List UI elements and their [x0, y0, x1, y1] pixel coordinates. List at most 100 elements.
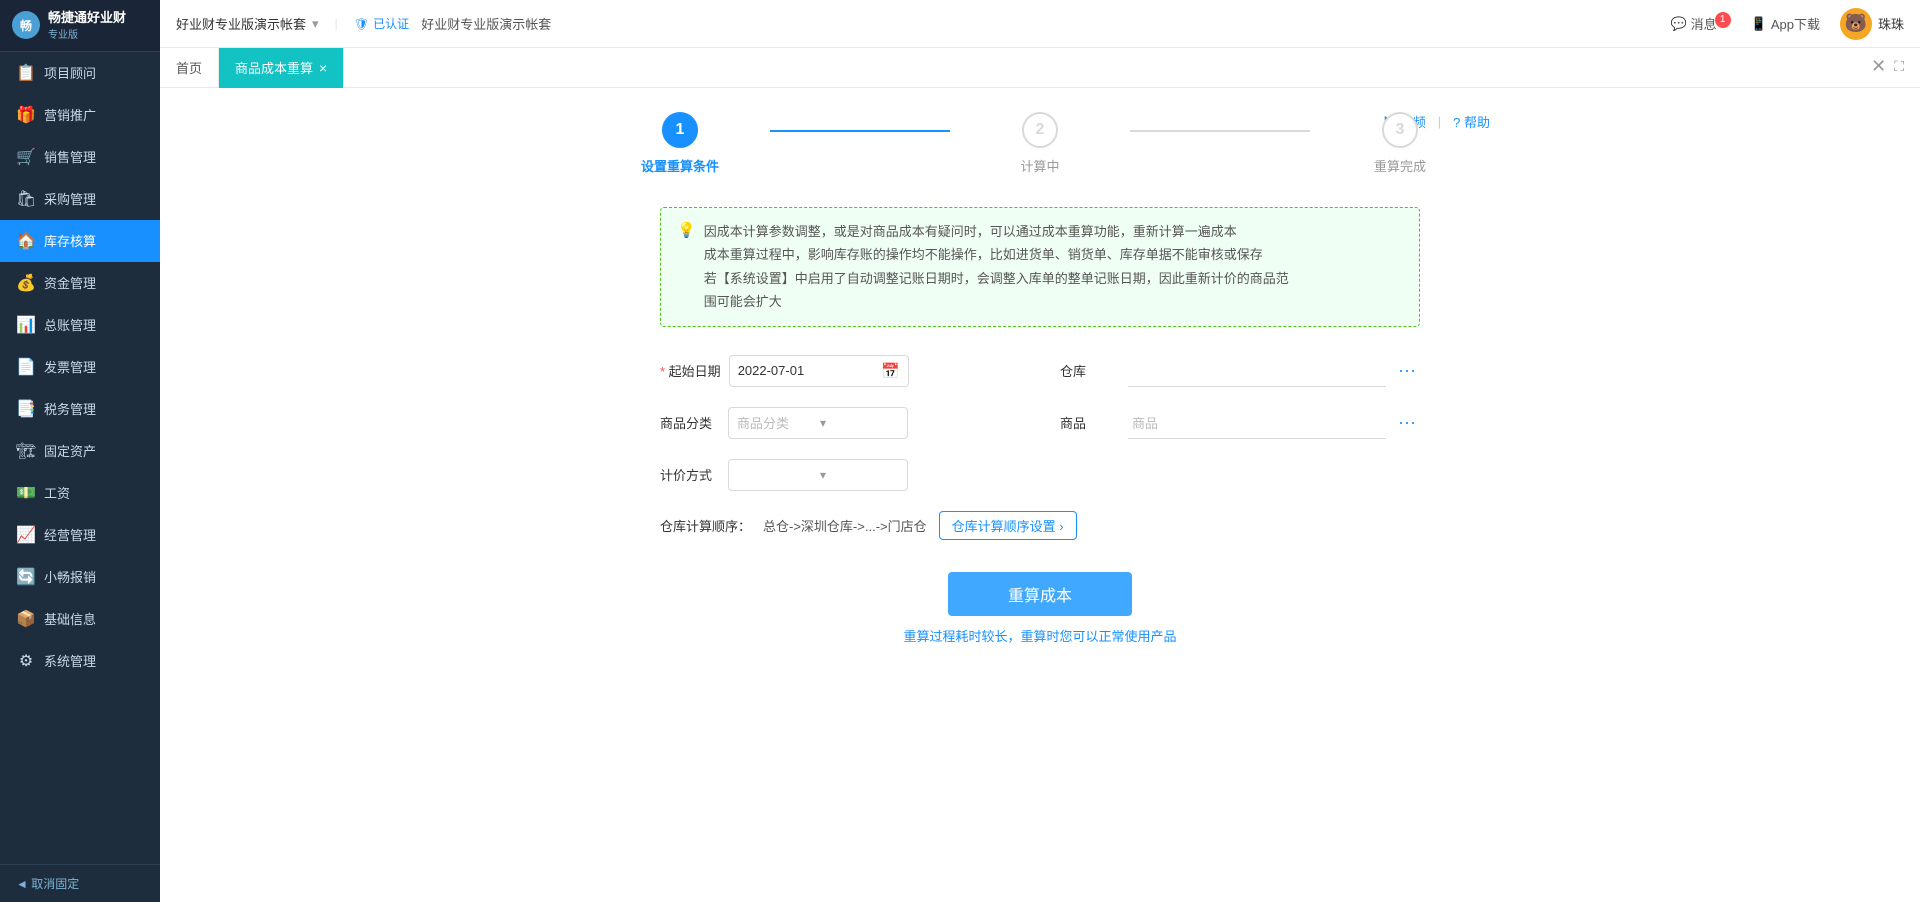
system-icon: ⚙	[16, 651, 36, 671]
goods-field: 商品 商品 ···	[1060, 407, 1420, 439]
content-area: 1 设置重算条件 2 计算中 3 重算完成	[160, 88, 1920, 902]
step-line-1	[770, 130, 950, 132]
warehouse-order-value: 总仓->深圳仓库->...->门店仓	[763, 516, 927, 535]
sidebar-item-label: 小畅报销	[44, 567, 96, 586]
warehouse-input[interactable]	[1128, 355, 1386, 387]
sidebar-item-label: 采购管理	[44, 189, 96, 208]
tax-icon: 📑	[16, 399, 36, 419]
user-profile[interactable]: 🐻 珠珠	[1840, 8, 1904, 40]
sidebar-logo: 畅 畅捷通好业财 专业版	[0, 0, 160, 52]
step2-circle: 2	[1022, 112, 1058, 148]
start-date-field: 起始日期 📅	[660, 355, 1020, 387]
steps-container: 1 设置重算条件 2 计算中 3 重算完成	[590, 112, 1490, 175]
start-date-input[interactable]: 📅	[729, 355, 909, 387]
tab-close-icon[interactable]: ×	[319, 60, 327, 76]
tab-home[interactable]: 首页	[160, 48, 219, 88]
tabs-bar: 首页 商品成本重算 × ✕ ⛶	[160, 48, 1920, 88]
messages-button[interactable]: 💬 消息 1	[1670, 14, 1730, 33]
step-line-2	[1130, 130, 1310, 132]
app-download-button[interactable]: 📱 App下载	[1751, 14, 1820, 33]
notice-text: 因成本计算参数调整，或是对商品成本有疑问时，可以通过成本重算功能，重新计算一遍成…	[704, 220, 1289, 314]
ledger-icon: 📊	[16, 315, 36, 335]
verified-badge: 🛡 已认证	[354, 15, 409, 32]
sidebar-item-invoice[interactable]: 📄 发票管理	[0, 346, 160, 388]
window-controls: ✕ ⛶	[1871, 56, 1904, 77]
step2-label: 计算中	[1020, 156, 1059, 175]
form-row-1: 起始日期 📅 仓库 ···	[660, 355, 1420, 387]
sales-icon: 🛒	[16, 147, 36, 167]
account-selector[interactable]: 好业财专业版演示帐套 ▾	[176, 14, 319, 33]
pricing-field: 计价方式 ▾	[660, 459, 1020, 491]
sidebar-item-basic[interactable]: 📦 基础信息	[0, 598, 160, 640]
sidebar-item-label: 经营管理	[44, 525, 96, 544]
sidebar-item-label: 发票管理	[44, 357, 96, 376]
question-icon: ?	[1453, 115, 1460, 130]
sidebar-item-project[interactable]: 📋 项目顾问	[0, 52, 160, 94]
sidebar-item-assets[interactable]: 🏗 固定资产	[0, 430, 160, 472]
close-window-icon[interactable]: ✕	[1871, 56, 1886, 77]
warehouse-order-settings-button[interactable]: 仓库计算顺序设置 ›	[939, 511, 1077, 540]
notice-box: 💡 因成本计算参数调整，或是对商品成本有疑问时，可以通过成本重算功能，重新计算一…	[660, 207, 1420, 327]
goods-input[interactable]: 商品	[1128, 407, 1386, 439]
step1-circle: 1	[662, 112, 698, 148]
warehouse-label: 仓库	[1060, 361, 1120, 380]
marketing-icon: 🎁	[16, 105, 36, 125]
app-name: 畅捷通好业财	[48, 10, 126, 26]
verified-text: 已认证	[373, 15, 409, 32]
avatar: 🐻	[1840, 8, 1872, 40]
sidebar-item-inventory[interactable]: 🏠 库存核算	[0, 220, 160, 262]
form-section: 起始日期 📅 仓库 ··· 商品分类 商品分类	[660, 355, 1420, 645]
goods-more-btn[interactable]: ···	[1394, 412, 1420, 433]
pricing-select[interactable]: ▾	[728, 459, 908, 491]
payroll-icon: 💵	[16, 483, 36, 503]
category-select[interactable]: 商品分类 ▾	[728, 407, 908, 439]
assets-icon: 🏗	[16, 441, 36, 461]
recalc-button[interactable]: 重算成本	[948, 572, 1132, 616]
notice-line4: 围可能会扩大	[704, 290, 1289, 313]
sidebar-item-sales[interactable]: 🛒 销售管理	[0, 136, 160, 178]
messages-label: 消息	[1691, 14, 1717, 33]
sidebar-item-label: 资金管理	[44, 273, 96, 292]
step-1: 1 设置重算条件	[590, 112, 770, 175]
category-label: 商品分类	[660, 413, 720, 432]
purchase-icon: 🛍	[16, 189, 36, 209]
sidebar-item-label: 销售管理	[44, 147, 96, 166]
sidebar-unpin[interactable]: ◄ 取消固定	[0, 864, 160, 902]
start-date-value[interactable]	[738, 363, 877, 378]
notice-line2: 成本重算过程中，影响库存账的操作均不能操作，比如进货单、销货单、库存单据不能审核…	[704, 243, 1289, 266]
app-edition: 专业版	[48, 26, 126, 41]
warehouse-field: 仓库 ···	[1060, 355, 1420, 387]
warehouse-more-btn[interactable]: ···	[1394, 360, 1420, 381]
sidebar-nav: 📋 项目顾问 🎁 营销推广 🛒 销售管理 🛍 采购管理 🏠 库存核算 💰 资金管…	[0, 52, 160, 864]
sidebar-item-marketing[interactable]: 🎁 营销推广	[0, 94, 160, 136]
start-date-label: 起始日期	[660, 361, 721, 380]
sidebar-item-expense[interactable]: 🔄 小畅报销	[0, 556, 160, 598]
recalc-section: 重算成本 重算过程耗时较长，重算时您可以正常使用产品	[660, 572, 1420, 645]
sidebar-item-purchase[interactable]: 🛍 采购管理	[0, 178, 160, 220]
operation-icon: 📈	[16, 525, 36, 545]
account-name-text: 好业财专业版演示帐套	[176, 14, 306, 33]
sidebar-item-finance[interactable]: 💰 资金管理	[0, 262, 160, 304]
tab-recalc[interactable]: 商品成本重算 ×	[219, 48, 344, 88]
inventory-icon: 🏠	[16, 231, 36, 251]
sidebar-item-label: 系统管理	[44, 651, 96, 670]
step3-label: 重算完成	[1374, 156, 1426, 175]
goods-placeholder: 商品	[1132, 413, 1158, 432]
help-link[interactable]: ? 帮助	[1453, 112, 1490, 131]
sidebar-item-operation[interactable]: 📈 经营管理	[0, 514, 160, 556]
calendar-icon[interactable]: 📅	[881, 362, 900, 380]
sidebar-item-tax[interactable]: 📑 税务管理	[0, 388, 160, 430]
account-dropdown-icon[interactable]: ▾	[312, 16, 319, 32]
messages-badge: 1	[1715, 12, 1731, 28]
bulb-icon: 💡	[677, 221, 696, 239]
warehouse-order-row: 仓库计算顺序： 总仓->深圳仓库->...->门店仓 仓库计算顺序设置 ›	[660, 511, 1420, 540]
sidebar: 畅 畅捷通好业财 专业版 📋 项目顾问 🎁 营销推广 🛒 销售管理 🛍 采购管理…	[0, 0, 160, 902]
account-display-name: 好业财专业版演示帐套	[421, 14, 551, 33]
phone-icon: 📱	[1751, 16, 1767, 32]
expand-window-icon[interactable]: ⛶	[1894, 58, 1904, 75]
category-placeholder: 商品分类	[737, 413, 816, 432]
sidebar-item-system[interactable]: ⚙ 系统管理	[0, 640, 160, 682]
form-row-3: 计价方式 ▾	[660, 459, 1420, 491]
sidebar-item-payroll[interactable]: 💵 工资	[0, 472, 160, 514]
sidebar-item-ledger[interactable]: 📊 总账管理	[0, 304, 160, 346]
